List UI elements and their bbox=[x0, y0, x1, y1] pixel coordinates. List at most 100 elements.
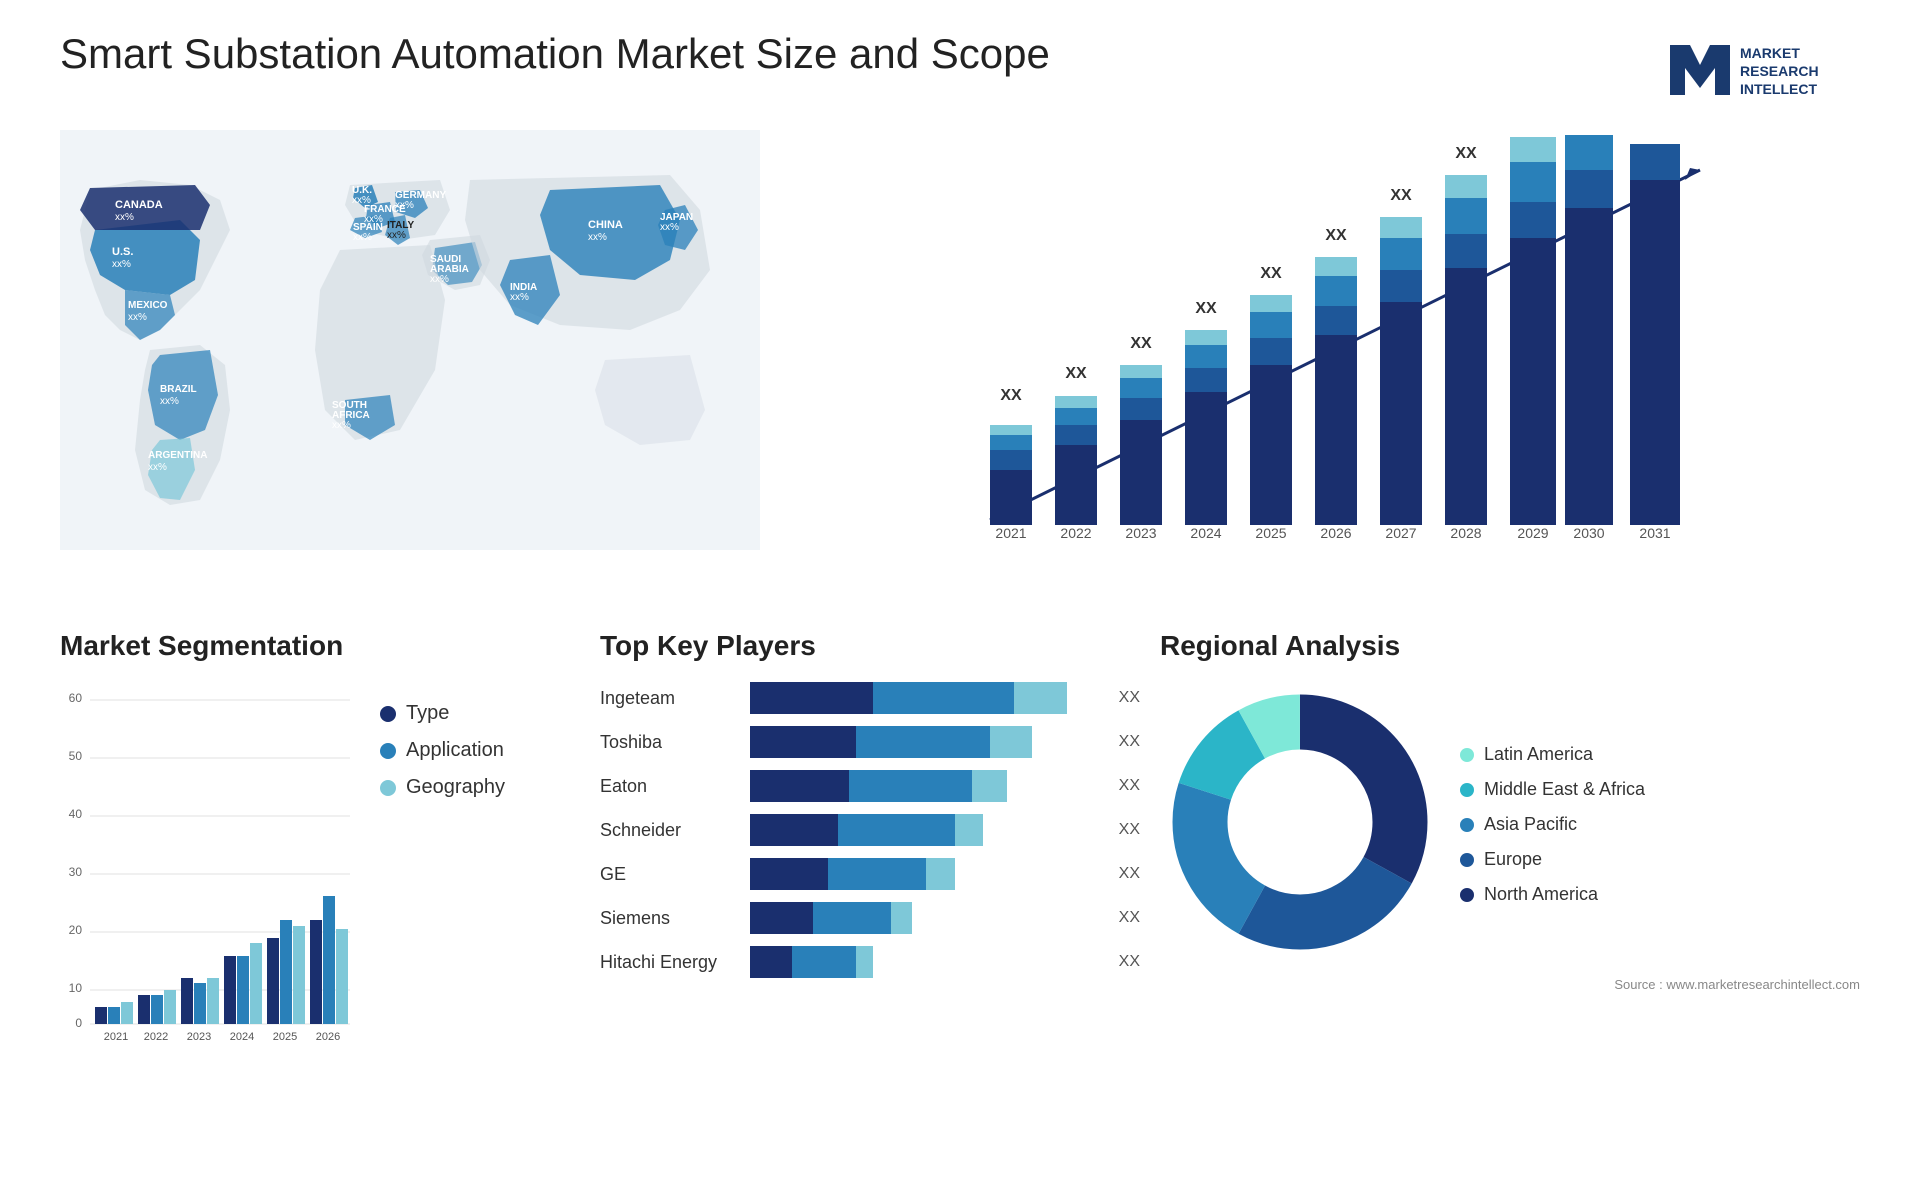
svg-text:XX: XX bbox=[1455, 145, 1477, 162]
latin-america-label: Latin America bbox=[1484, 744, 1593, 765]
player-xx-ingeteam: XX bbox=[1119, 689, 1140, 707]
bar-schneider bbox=[750, 814, 1103, 846]
svg-text:50: 50 bbox=[69, 749, 83, 763]
middle-east-label: Middle East & Africa bbox=[1484, 779, 1645, 800]
svg-text:60: 60 bbox=[69, 691, 83, 705]
geography-label: Geography bbox=[406, 776, 505, 799]
svg-text:2025: 2025 bbox=[273, 1031, 297, 1043]
logo-container: MARKET RESEARCH INTELLECT bbox=[1660, 30, 1860, 110]
svg-text:40: 40 bbox=[69, 807, 83, 821]
bar-ge bbox=[750, 858, 1103, 890]
type-label: Type bbox=[406, 702, 449, 725]
north-america-dot bbox=[1460, 888, 1474, 902]
player-row-ingeteam: Ingeteam XX bbox=[600, 682, 1140, 714]
svg-text:xx%: xx% bbox=[430, 274, 449, 285]
svg-text:xx%: xx% bbox=[115, 212, 134, 223]
player-xx-hitachi: XX bbox=[1119, 953, 1140, 971]
svg-text:xx%: xx% bbox=[395, 200, 414, 211]
segmentation-title: Market Segmentation bbox=[60, 630, 580, 662]
players-container: Top Key Players Ingeteam XX bbox=[600, 630, 1140, 1150]
svg-text:2031: 2031 bbox=[1639, 525, 1670, 541]
svg-text:CHINA: CHINA bbox=[588, 219, 623, 231]
legend-middle-east: Middle East & Africa bbox=[1460, 779, 1645, 800]
europe-dot bbox=[1460, 853, 1474, 867]
europe-label: Europe bbox=[1484, 849, 1542, 870]
svg-text:xx%: xx% bbox=[128, 312, 147, 323]
svg-text:xx%: xx% bbox=[148, 462, 167, 473]
player-row-siemens: Siemens XX bbox=[600, 902, 1140, 934]
svg-text:20: 20 bbox=[69, 923, 83, 937]
segmentation-chart: 60 50 40 30 20 10 0 bbox=[60, 682, 360, 1067]
player-name-eaton: Eaton bbox=[600, 776, 740, 797]
svg-text:2022: 2022 bbox=[1060, 525, 1091, 541]
svg-text:U.S.: U.S. bbox=[112, 246, 133, 258]
svg-text:RESEARCH: RESEARCH bbox=[1740, 63, 1819, 79]
bar-siemens bbox=[750, 902, 1103, 934]
svg-text:xx%: xx% bbox=[510, 292, 529, 303]
growth-chart: XX 2021 XX 2022 XX 2023 bbox=[800, 130, 1860, 590]
regional-content: Latin America Middle East & Africa Asia … bbox=[1160, 682, 1860, 967]
player-name-schneider: Schneider bbox=[600, 820, 740, 841]
svg-text:2028: 2028 bbox=[1450, 525, 1481, 541]
seg-bar-chart: 60 50 40 30 20 10 0 bbox=[60, 682, 360, 1062]
svg-text:2024: 2024 bbox=[1190, 525, 1221, 541]
svg-text:XX: XX bbox=[1195, 300, 1217, 317]
svg-text:2026: 2026 bbox=[1320, 525, 1351, 541]
svg-text:2021: 2021 bbox=[104, 1031, 128, 1043]
bar-toshiba bbox=[750, 726, 1103, 758]
segmentation-container: Market Segmentation 60 50 40 30 20 10 0 bbox=[60, 630, 580, 1150]
svg-text:xx%: xx% bbox=[660, 222, 679, 233]
bar-ingeteam bbox=[750, 682, 1103, 714]
svg-text:xx%: xx% bbox=[332, 420, 351, 431]
application-label: Application bbox=[406, 739, 504, 762]
legend-application: Application bbox=[380, 739, 505, 762]
top-section: CANADA xx% U.S. xx% MEXICO xx% BRAZIL xx… bbox=[60, 130, 1860, 590]
svg-text:XX: XX bbox=[1643, 130, 1667, 132]
asia-pacific-label: Asia Pacific bbox=[1484, 814, 1577, 835]
player-name-siemens: Siemens bbox=[600, 908, 740, 929]
regional-legend: Latin America Middle East & Africa Asia … bbox=[1460, 744, 1645, 905]
regional-title: Regional Analysis bbox=[1160, 630, 1860, 662]
player-name-ge: GE bbox=[600, 864, 740, 885]
svg-text:10: 10 bbox=[69, 981, 83, 995]
svg-text:INTELLECT: INTELLECT bbox=[1740, 81, 1817, 97]
svg-text:BRAZIL: BRAZIL bbox=[160, 384, 197, 395]
bar-hitachi bbox=[750, 946, 1103, 978]
svg-text:2030: 2030 bbox=[1573, 525, 1604, 541]
player-name-toshiba: Toshiba bbox=[600, 732, 740, 753]
legend-north-america: North America bbox=[1460, 884, 1645, 905]
player-row-schneider: Schneider XX bbox=[600, 814, 1140, 846]
players-list: Ingeteam XX Toshiba bbox=[600, 682, 1140, 978]
svg-text:30: 30 bbox=[69, 865, 83, 879]
svg-text:2025: 2025 bbox=[1255, 525, 1286, 541]
source-text: Source : www.marketresearchintellect.com bbox=[1160, 977, 1860, 992]
svg-text:XX: XX bbox=[1260, 265, 1282, 282]
legend-europe: Europe bbox=[1460, 849, 1645, 870]
player-xx-eaton: XX bbox=[1119, 777, 1140, 795]
north-america-label: North America bbox=[1484, 884, 1598, 905]
latin-america-dot bbox=[1460, 748, 1474, 762]
legend-type: Type bbox=[380, 702, 505, 725]
growth-chart-container: XX 2021 XX 2022 XX 2023 bbox=[800, 130, 1860, 590]
application-dot bbox=[380, 743, 396, 759]
map-container: CANADA xx% U.S. xx% MEXICO xx% BRAZIL xx… bbox=[60, 130, 760, 590]
svg-text:2026: 2026 bbox=[316, 1031, 340, 1043]
svg-text:2021: 2021 bbox=[995, 525, 1026, 541]
svg-text:xx%: xx% bbox=[387, 230, 406, 241]
donut-chart bbox=[1160, 682, 1440, 967]
players-title: Top Key Players bbox=[600, 630, 1140, 662]
player-xx-siemens: XX bbox=[1119, 909, 1140, 927]
svg-text:ARGENTINA: ARGENTINA bbox=[148, 450, 207, 461]
player-row-toshiba: Toshiba XX bbox=[600, 726, 1140, 758]
svg-text:2023: 2023 bbox=[187, 1031, 211, 1043]
player-xx-ge: XX bbox=[1119, 865, 1140, 883]
geography-dot bbox=[380, 780, 396, 796]
page-title: Smart Substation Automation Market Size … bbox=[60, 30, 1050, 78]
type-dot bbox=[380, 706, 396, 722]
svg-text:XX: XX bbox=[1000, 387, 1022, 404]
asia-pacific-dot bbox=[1460, 818, 1474, 832]
svg-text:2024: 2024 bbox=[230, 1031, 254, 1043]
regional-container: Regional Analysis bbox=[1160, 630, 1860, 1150]
svg-text:xx%: xx% bbox=[588, 232, 607, 243]
svg-text:XX: XX bbox=[1130, 335, 1152, 352]
